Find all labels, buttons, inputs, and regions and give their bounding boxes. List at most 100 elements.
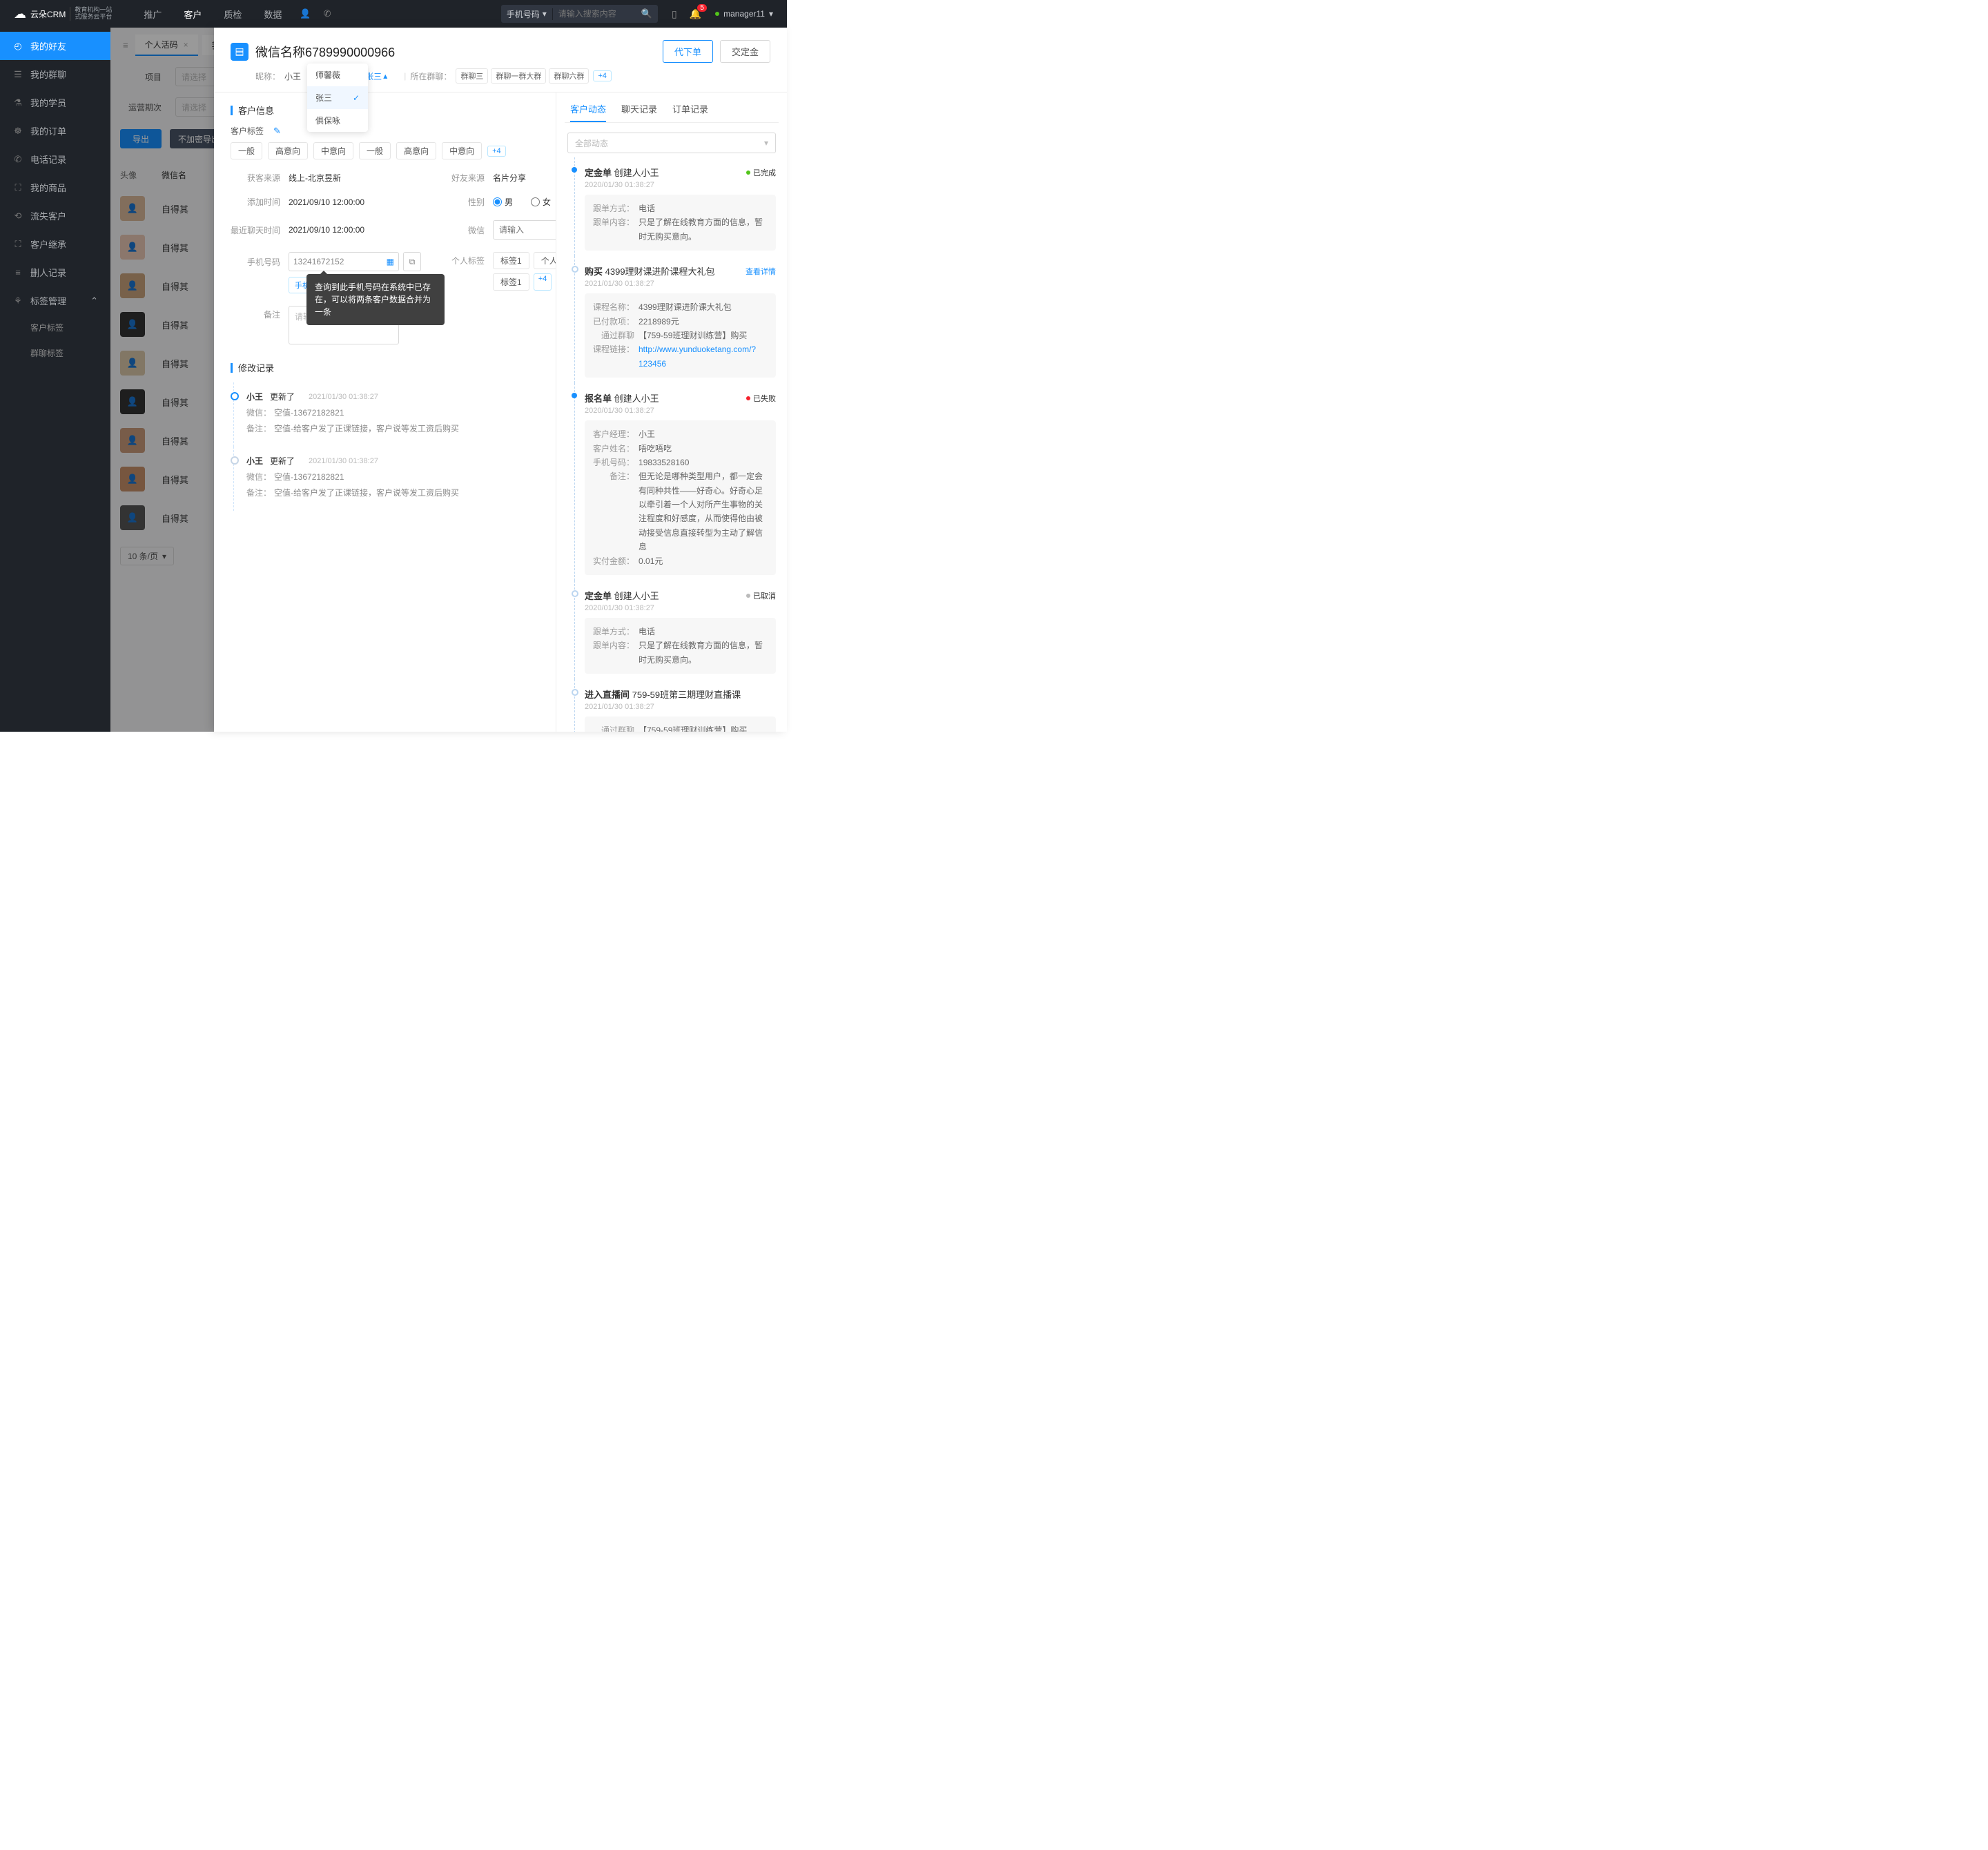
bell-badge: 5 [697,4,707,12]
sidebar-item[interactable]: ≡删人记录 [0,258,110,286]
timeline-item: 购买 4399理财课进阶课程大礼包查看详情2021/01/30 01:38:27… [574,256,776,383]
customer-tag[interactable]: 一般 [359,142,391,159]
section-customer-info: 客户信息 [231,104,539,117]
chevron-down-icon: ▾ [543,9,547,19]
edit-tags-icon[interactable]: ✎ [273,126,281,137]
value-addtime: 2021/09/10 12:00:00 [289,197,364,207]
sidebar-icon: ⛶ [12,182,23,193]
sidebar-icon: ◴ [12,41,23,52]
view-detail-link[interactable]: 查看详情 [746,266,776,277]
copy-icon[interactable]: ⧉ [403,252,421,271]
phone-icon[interactable]: ✆ [324,8,331,19]
sidebar-icon: ☰ [12,69,23,80]
top-nav: ☁ 云朵CRM 教育机构一站 式服务云平台 推广客户 质检 数据 👤 ✆ 手机号码▾… [0,0,787,28]
sidebar-item[interactable]: ⛶客户继承 [0,230,110,258]
sidebar-item[interactable]: ⛶我的商品 [0,173,110,202]
place-order-button[interactable]: 代下单 [663,40,713,63]
cloud-icon: ☁ [14,7,26,21]
chevron-up-icon: ⌃ [90,295,98,306]
lookup-icon[interactable]: ▦ [387,257,394,266]
sidebar-item[interactable]: ⚘标签管理⌃ [0,286,110,315]
sidebar-icon: ⛶ [12,239,23,250]
sidebar-icon: ⚗ [12,97,23,108]
drawer-title: 微信名称6789990000966 [255,43,395,61]
activity-filter-select[interactable]: 全部动态▾ [567,133,776,153]
sidebar-icon: ⚘ [12,295,23,306]
radio-female[interactable]: 女 [531,196,551,208]
customer-drawer: ▤ 微信名称6789990000966 代下单 交定金 昵称： 小王 | 客户经… [214,28,787,732]
popover-item[interactable]: 师馨薇 [307,64,368,86]
groups-label: 所在群聊： [410,70,451,82]
person-icon[interactable]: 👤 [300,8,311,19]
wechat-input[interactable] [493,220,556,240]
activity-tab[interactable]: 订单记录 [672,102,708,122]
group-chip[interactable]: 群聊三 [456,68,488,84]
groups-more[interactable]: +4 [593,70,612,81]
left-sidebar: ◴我的好友☰我的群聊⚗我的学员☸我的订单✆电话记录⛶我的商品⟲流失客户⛶客户继承… [0,28,110,732]
sidebar-item[interactable]: ◴我的好友 [0,32,110,60]
manager-dropdown[interactable]: 张三 ▴ [365,70,387,82]
history-item: 小王更新了2021/01/30 01:38:27微信：空值-1367218282… [233,382,539,447]
personal-tag[interactable]: 标签1 [493,252,529,269]
chevron-up-icon: ▴ [383,71,387,81]
sidebar-icon: ✆ [12,154,23,165]
tags-more[interactable]: +4 [487,146,506,157]
search-type[interactable]: 手机号码▾ [501,8,553,20]
sidebar-item[interactable]: ⟲流失客户 [0,202,110,230]
history-item: 小王更新了2021/01/30 01:38:27微信：空值-1367218282… [233,447,539,511]
popover-item[interactable]: 俱保咏 [307,109,368,132]
timeline-item: 进入直播间 759-59班第三期理财直播课2021/01/30 01:38:27… [574,679,776,732]
popover-item[interactable]: 张三✓ [307,86,368,109]
user-menu[interactable]: manager11 ▾ [715,9,773,19]
nick-value: 小王 [284,70,301,82]
label-remark: 备注 [231,309,280,320]
logo-sub: 教育机构一站 式服务云平台 [70,7,112,21]
label-phone: 手机号码 [231,256,280,268]
logo-brand: 云朵CRM [30,8,66,20]
nav-tab[interactable]: 推广 [139,8,166,21]
phone-input[interactable]: 13241672152▦ [289,252,399,271]
radio-male[interactable]: 男 [493,196,513,208]
nav-tab[interactable]: 数据 [260,8,286,21]
activity-tab[interactable]: 客户动态 [570,102,606,122]
sidebar-item[interactable]: ☰我的群聊 [0,60,110,88]
sidebar-item[interactable]: ✆电话记录 [0,145,110,173]
group-chip[interactable]: 群聊六群 [549,68,589,84]
sidebar-item[interactable]: ⚗我的学员 [0,88,110,117]
nav-tabs: 推广客户 质检 数据 [139,8,286,21]
mobile-icon[interactable]: ▯ [672,8,677,20]
customer-tag[interactable]: 高意向 [396,142,436,159]
sidebar-sub-item[interactable]: 群聊标签 [0,340,110,366]
ptags-more[interactable]: +4 [534,273,552,291]
username: manager11 [723,9,765,19]
chevron-down-icon: ▾ [769,9,773,19]
label-wechat: 微信 [435,224,485,236]
search-icon[interactable]: 🔍 [636,8,658,19]
customer-tag[interactable]: 高意向 [268,142,308,159]
activity-tab[interactable]: 聊天记录 [621,102,657,122]
customer-icon: ▤ [231,43,248,61]
check-icon: ✓ [353,93,360,103]
manager-popover: 师馨薇张三✓俱保咏 [307,64,368,132]
value-lastchat: 2021/09/10 12:00:00 [289,225,364,235]
personal-tag[interactable]: 标签1 [493,273,529,291]
customer-tag[interactable]: 中意向 [442,142,482,159]
section-history: 修改记录 [231,361,539,374]
label-ptags: 个人标签 [435,255,485,266]
sidebar-item[interactable]: ☸我的订单 [0,117,110,145]
search: 手机号码▾ 🔍 [501,5,658,23]
label-source: 获客来源 [231,172,280,184]
bell-icon[interactable]: 🔔5 [690,8,701,20]
nav-tab[interactable]: 客户 [179,8,206,21]
customer-tag[interactable]: 一般 [231,142,262,159]
sidebar-icon: ☸ [12,126,23,137]
personal-tag[interactable]: 个人标签12 [534,252,556,269]
search-input[interactable] [553,9,636,19]
customer-tag[interactable]: 中意向 [313,142,353,159]
deposit-button[interactable]: 交定金 [720,40,770,63]
nick-label: 昵称： [255,70,280,82]
group-chip[interactable]: 群聊一群大群 [491,68,546,84]
sidebar-icon: ≡ [12,267,23,278]
nav-tab[interactable]: 质检 [220,8,246,21]
sidebar-sub-item[interactable]: 客户标签 [0,315,110,340]
